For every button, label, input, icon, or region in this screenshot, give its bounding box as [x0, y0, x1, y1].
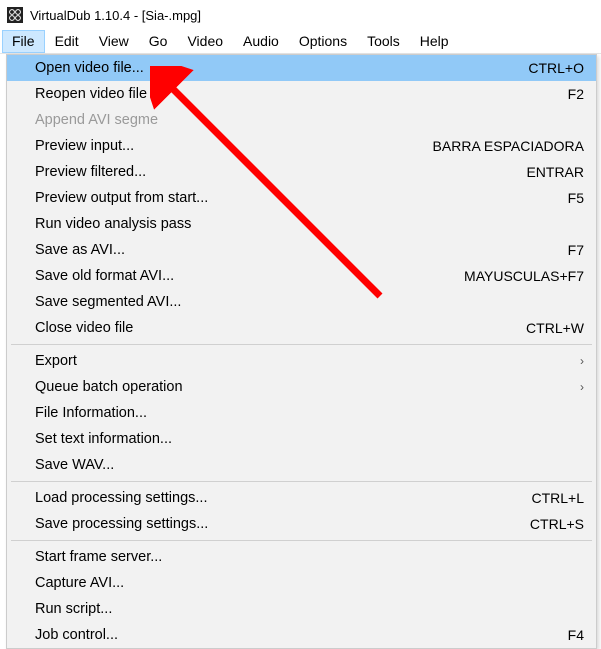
menuitem-label: Set text information... [35, 431, 584, 447]
menu-separator [11, 481, 592, 482]
menuitem-preview-output-from-start[interactable]: Preview output from start...F5 [7, 185, 596, 211]
menuitem-label: Preview output from start... [35, 190, 568, 206]
menuitem-shortcut: F2 [568, 86, 584, 102]
menuitem-shortcut: CTRL+L [531, 490, 584, 506]
menu-video[interactable]: Video [177, 30, 233, 53]
menuitem-append-avi-segme: Append AVI segme [7, 107, 596, 133]
menuitem-shortcut: F7 [568, 242, 584, 258]
menuitem-save-segmented-avi[interactable]: Save segmented AVI... [7, 289, 596, 315]
menuitem-shortcut: CTRL+W [526, 320, 584, 336]
menuitem-shortcut: ENTRAR [526, 164, 584, 180]
menuitem-file-information[interactable]: File Information... [7, 400, 596, 426]
menuitem-shortcut: MAYUSCULAS+F7 [464, 268, 584, 284]
menuitem-label: File Information... [35, 405, 584, 421]
menuitem-label: Run video analysis pass [35, 216, 584, 232]
menuitem-save-old-format-avi[interactable]: Save old format AVI...MAYUSCULAS+F7 [7, 263, 596, 289]
chevron-right-icon: › [580, 380, 584, 394]
menuitem-preview-filtered[interactable]: Preview filtered...ENTRAR [7, 159, 596, 185]
menuitem-save-as-avi[interactable]: Save as AVI...F7 [7, 237, 596, 263]
menu-audio[interactable]: Audio [233, 30, 289, 53]
menuitem-label: Save WAV... [35, 457, 584, 473]
titlebar: VirtualDub 1.10.4 - [Sia-.mpg] [0, 0, 601, 30]
menuitem-start-frame-server[interactable]: Start frame server... [7, 544, 596, 570]
menu-view[interactable]: View [89, 30, 139, 53]
menuitem-label: Save old format AVI... [35, 268, 464, 284]
menuitem-label: Append AVI segme [35, 112, 584, 128]
menuitem-capture-avi[interactable]: Capture AVI... [7, 570, 596, 596]
menuitem-label: Save as AVI... [35, 242, 568, 258]
menuitem-label: Close video file [35, 320, 526, 336]
menuitem-label: Job control... [35, 627, 568, 643]
chevron-right-icon: › [580, 354, 584, 368]
app-icon [6, 6, 24, 24]
menuitem-shortcut: F4 [568, 627, 584, 643]
menuitem-run-script[interactable]: Run script... [7, 596, 596, 622]
menuitem-label: Preview filtered... [35, 164, 526, 180]
menuitem-label: Run script... [35, 601, 584, 617]
menuitem-job-control[interactable]: Job control...F4 [7, 622, 596, 648]
menuitem-save-processing-settings[interactable]: Save processing settings...CTRL+S [7, 511, 596, 537]
file-menu-dropdown: Open video file...CTRL+OReopen video fil… [6, 54, 597, 649]
window-title: VirtualDub 1.10.4 - [Sia-.mpg] [30, 8, 201, 23]
menuitem-reopen-video-file[interactable]: Reopen video fileF2 [7, 81, 596, 107]
menu-separator [11, 540, 592, 541]
menuitem-preview-input[interactable]: Preview input...BARRA ESPACIADORA [7, 133, 596, 159]
menuitem-label: Queue batch operation [35, 379, 580, 395]
menuitem-label: Start frame server... [35, 549, 584, 565]
menuitem-label: Capture AVI... [35, 575, 584, 591]
menuitem-run-video-analysis-pass[interactable]: Run video analysis pass [7, 211, 596, 237]
menuitem-label: Save processing settings... [35, 516, 530, 532]
menubar: FileEditViewGoVideoAudioOptionsToolsHelp [0, 30, 601, 54]
menu-go[interactable]: Go [139, 30, 178, 53]
menuitem-save-wav[interactable]: Save WAV... [7, 452, 596, 478]
menuitem-open-video-file[interactable]: Open video file...CTRL+O [7, 55, 596, 81]
menu-options[interactable]: Options [289, 30, 357, 53]
menuitem-label: Open video file... [35, 60, 528, 76]
menuitem-set-text-information[interactable]: Set text information... [7, 426, 596, 452]
menu-separator [11, 344, 592, 345]
menuitem-shortcut: BARRA ESPACIADORA [433, 138, 584, 154]
menuitem-load-processing-settings[interactable]: Load processing settings...CTRL+L [7, 485, 596, 511]
menuitem-shortcut: F5 [568, 190, 584, 206]
menu-tools[interactable]: Tools [357, 30, 410, 53]
menuitem-label: Reopen video file [35, 86, 568, 102]
menuitem-export[interactable]: Export› [7, 348, 596, 374]
menu-edit[interactable]: Edit [45, 30, 89, 53]
menuitem-close-video-file[interactable]: Close video fileCTRL+W [7, 315, 596, 341]
menuitem-label: Export [35, 353, 580, 369]
menuitem-queue-batch-operation[interactable]: Queue batch operation› [7, 374, 596, 400]
menuitem-shortcut: CTRL+S [530, 516, 584, 532]
menu-file[interactable]: File [2, 30, 45, 53]
menuitem-shortcut: CTRL+O [528, 60, 584, 76]
menuitem-label: Save segmented AVI... [35, 294, 584, 310]
menuitem-label: Load processing settings... [35, 490, 531, 506]
menu-help[interactable]: Help [410, 30, 459, 53]
menuitem-label: Preview input... [35, 138, 433, 154]
